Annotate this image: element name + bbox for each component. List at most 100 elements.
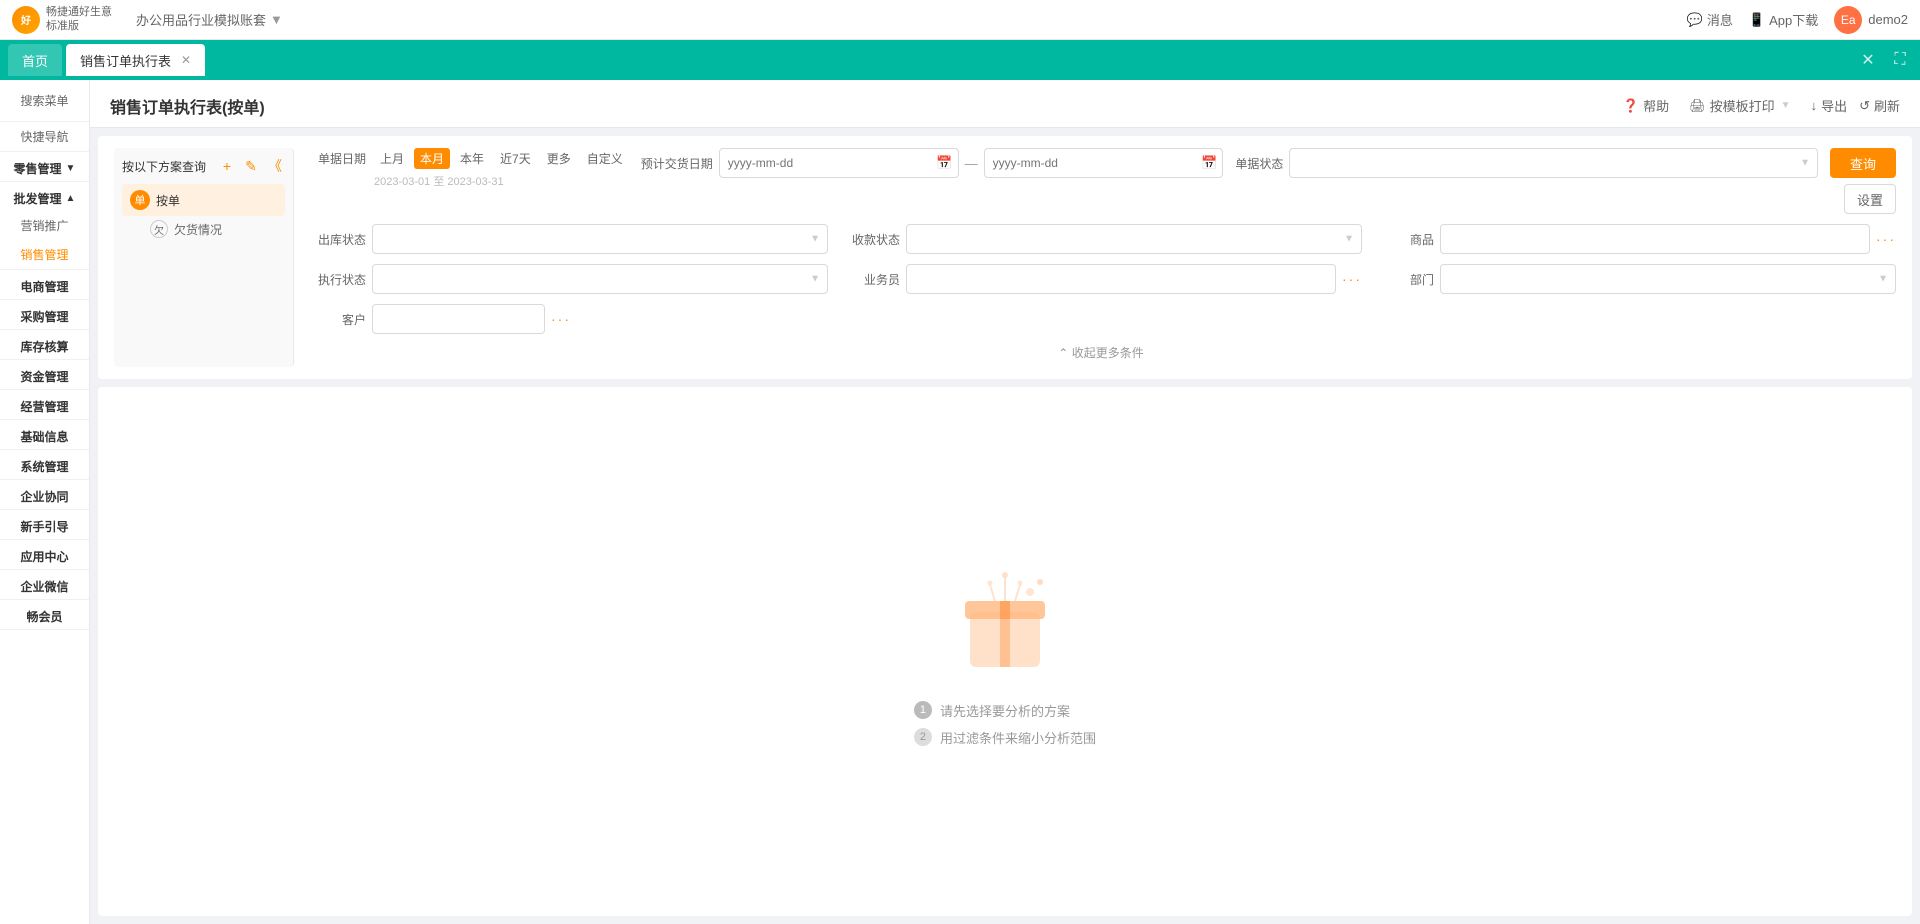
scheme-item-arrears[interactable]: 欠 欠货情况 [122, 216, 285, 242]
app-download-btn[interactable]: 📱 App下载 [1749, 10, 1818, 29]
empty-text-block: 1 请先选择要分析的方案 2 用过滤条件来缩小分析范围 [914, 701, 1096, 747]
scheme-collapse-btn[interactable]: 《 [265, 156, 285, 176]
sidebar-group-inventory: 库存核算 [0, 330, 89, 360]
filter-panel: 按以下方案查询 + ✎ 《 单 按单 欠 [98, 136, 1912, 379]
tab-home[interactable]: 首页 [8, 44, 62, 76]
print-arrow-icon: ▼ [1781, 100, 1791, 111]
search-menu-btn[interactable]: 搜索菜单 [8, 88, 81, 113]
collection-status-select[interactable] [906, 224, 1362, 254]
filter-row-4: 客户 ··· [306, 304, 1896, 334]
logo-area: 好 畅捷通好生意 标准版 [12, 6, 112, 34]
content-area: 销售订单执行表(按单) ❓ 帮助 🖨 按模板打印 ▼ ↓ 导出 [90, 80, 1920, 924]
sidebar-item-marketing[interactable]: 营销推广 [0, 211, 89, 240]
nav-path: 办公用品行业模拟账套 ▼ [136, 10, 283, 29]
print-icon: 🖨 [1689, 98, 1706, 114]
sidebar-group-wholesale: 批发管理 ▲ 营销推广 销售管理 [0, 182, 89, 270]
collapse-more-btn[interactable]: ⌃ 收起更多条件 [306, 338, 1896, 367]
order-status-select-wrap: ▼ [1289, 148, 1818, 178]
messages-btn[interactable]: 💬 消息 [1687, 10, 1733, 29]
setting-button[interactable]: 设置 [1844, 184, 1896, 214]
delivery-status-label: 出库状态 [306, 231, 366, 248]
dept-select[interactable] [1440, 264, 1896, 294]
salesperson-label: 业务员 [840, 271, 900, 288]
sidebar-group-retail-title[interactable]: 零售管理 ▼ [0, 152, 89, 181]
sidebar-group-system: 系统管理 [0, 450, 89, 480]
customer-label: 客户 [306, 311, 366, 328]
sidebar-item-member[interactable]: 畅会员 [0, 600, 89, 629]
logo-icon: 好 [12, 6, 40, 34]
empty-state: 1 请先选择要分析的方案 2 用过滤条件来缩小分析范围 [98, 387, 1912, 916]
goods-input[interactable] [1440, 224, 1870, 254]
user-avatar: Ea [1834, 6, 1862, 34]
this-year-btn[interactable]: 本年 [454, 148, 490, 169]
maximize-window-btn[interactable]: ⛶ [1888, 48, 1912, 72]
scheme-edit-btn[interactable]: ✎ [241, 156, 261, 176]
scheme-item-by-order[interactable]: 单 按单 [122, 184, 285, 216]
sidebar-group-retail: 零售管理 ▼ [0, 152, 89, 182]
user-area[interactable]: Ea demo2 [1834, 6, 1908, 34]
delivery-status-select-wrap: ▼ [372, 224, 828, 254]
salesperson-more-btn[interactable]: ··· [1342, 271, 1362, 287]
window-controls: ✕ ⛶ [1856, 48, 1912, 72]
sidebar: 搜索菜单 快捷导航 零售管理 ▼ 批发管理 ▲ 营销推广 销售管理 电商管理 采… [0, 80, 90, 924]
sidebar-group-wechat: 企业微信 [0, 570, 89, 600]
customer-more-btn[interactable]: ··· [551, 311, 571, 327]
close-window-btn[interactable]: ✕ [1856, 48, 1880, 72]
delivery-status-select[interactable] [372, 224, 828, 254]
prev-month-btn[interactable]: 上月 [374, 148, 410, 169]
tab-close-icon[interactable]: ✕ [181, 53, 191, 67]
sidebar-search-area: 搜索菜单 [0, 80, 89, 122]
custom-btn[interactable]: 自定义 [581, 148, 629, 169]
filter-row-2: 出库状态 ▼ 收款状态 [306, 224, 1896, 254]
collection-status-group: 收款状态 ▼ [840, 224, 1362, 254]
sidebar-item-inventory[interactable]: 库存核算 [0, 330, 89, 359]
sidebar-group-wholesale-title[interactable]: 批发管理 ▲ [0, 182, 89, 211]
order-status-label: 单据状态 [1235, 155, 1283, 172]
tab-bar: 首页 销售订单执行表 ✕ ✕ ⛶ [0, 40, 1920, 80]
help-icon: ❓ [1623, 98, 1639, 114]
sidebar-item-sales-mgmt[interactable]: 销售管理 [0, 240, 89, 269]
export-btn[interactable]: ↓ 导出 [1811, 96, 1848, 115]
top-bar-left: 好 畅捷通好生意 标准版 办公用品行业模拟账套 ▼ [12, 6, 283, 34]
scheme-by-order-label: 按单 [156, 192, 180, 209]
sidebar-item-operations[interactable]: 经营管理 [0, 390, 89, 419]
sidebar-item-guide[interactable]: 新手引导 [0, 510, 89, 539]
search-button[interactable]: 查询 [1830, 148, 1896, 178]
sidebar-group-enterprise: 企业协同 [0, 480, 89, 510]
sidebar-item-system[interactable]: 系统管理 [0, 450, 89, 479]
content-scroll: 按以下方案查询 + ✎ 《 单 按单 欠 [90, 128, 1920, 924]
sidebar-item-finance[interactable]: 资金管理 [0, 360, 89, 389]
tab-sales-exec[interactable]: 销售订单执行表 ✕ [66, 44, 205, 76]
scheme-arrears-icon: 欠 [150, 220, 168, 238]
delivery-date-to[interactable] [984, 148, 1224, 178]
sidebar-item-basic[interactable]: 基础信息 [0, 420, 89, 449]
refresh-btn[interactable]: ↺ 刷新 [1859, 96, 1900, 115]
goods-label: 商品 [1374, 231, 1434, 248]
exec-status-select[interactable] [372, 264, 828, 294]
nav-dropdown-icon[interactable]: ▼ [270, 12, 283, 27]
scheme-add-btn[interactable]: + [217, 156, 237, 176]
date-label-row: 单据日期 上月 本月 本年 近7天 更多 自定义 [306, 148, 629, 169]
logo-text: 畅捷通好生意 标准版 [46, 6, 112, 32]
retail-arrow-icon: ▼ [66, 163, 76, 174]
print-btn[interactable]: 🖨 按模板打印 ▼ [1681, 92, 1798, 119]
customer-input[interactable] [372, 304, 545, 334]
sidebar-item-purchase[interactable]: 采购管理 [0, 300, 89, 329]
sidebar-item-enterprise[interactable]: 企业协同 [0, 480, 89, 509]
sidebar-quick-nav[interactable]: 快捷导航 [0, 122, 89, 152]
scheme-panel-header: 按以下方案查询 + ✎ 《 [122, 156, 285, 176]
sidebar-item-apps[interactable]: 应用中心 [0, 540, 89, 569]
filter-fields: 单据日期 上月 本月 本年 近7天 更多 自定义 [306, 148, 1896, 367]
goods-more-btn[interactable]: ··· [1876, 231, 1896, 247]
salesperson-input[interactable] [906, 264, 1336, 294]
help-btn[interactable]: ❓ 帮助 [1623, 96, 1669, 115]
sidebar-item-wechat[interactable]: 企业微信 [0, 570, 89, 599]
more-btn[interactable]: 更多 [541, 148, 577, 169]
scheme-panel: 按以下方案查询 + ✎ 《 单 按单 欠 [114, 148, 294, 367]
page-actions: ❓ 帮助 🖨 按模板打印 ▼ ↓ 导出 ↺ 刷新 [1623, 92, 1900, 119]
sidebar-item-ecommerce[interactable]: 电商管理 [0, 270, 89, 299]
this-month-btn[interactable]: 本月 [414, 148, 450, 169]
last7-btn[interactable]: 近7天 [494, 148, 537, 169]
delivery-date-from[interactable] [719, 148, 959, 178]
order-status-select[interactable] [1289, 148, 1818, 178]
